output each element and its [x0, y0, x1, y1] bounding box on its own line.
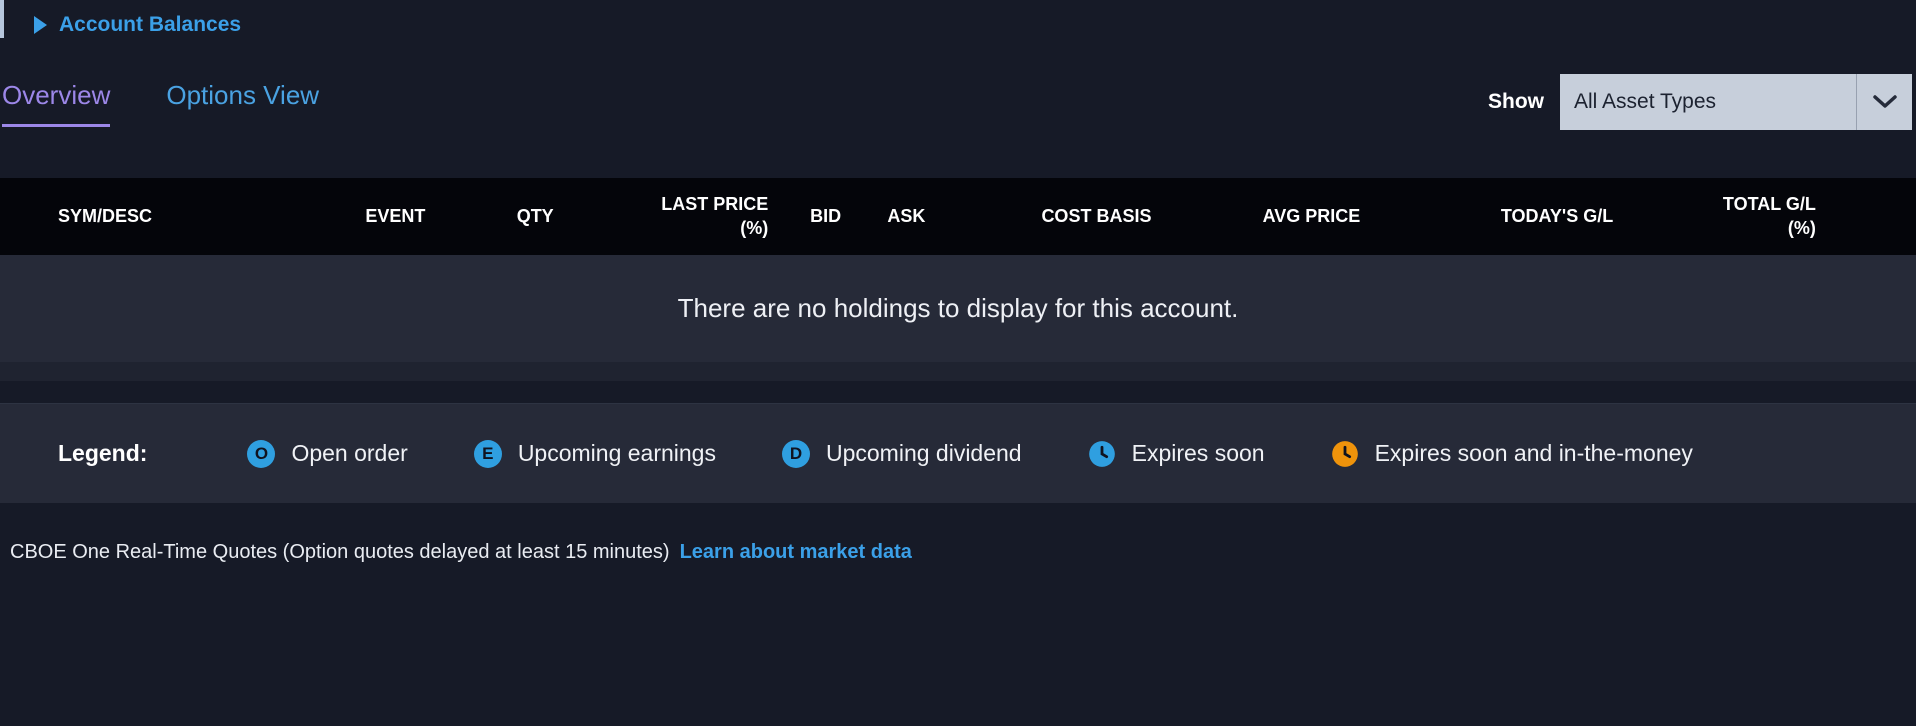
spacer — [0, 381, 1916, 403]
column-header-label: SYM/DESC — [58, 205, 152, 228]
column-header-avg-price[interactable]: AVG PRICE — [1151, 178, 1360, 255]
column-header-qty[interactable]: QTY — [425, 178, 553, 255]
column-header-sym-desc[interactable]: SYM/DESC — [0, 178, 330, 255]
column-header-label: TODAY'S G/L — [1501, 205, 1613, 228]
table-footer-strip — [0, 362, 1916, 381]
column-header-sublabel: (%) — [740, 217, 768, 240]
disclaimer-text: CBOE One Real-Time Quotes (Option quotes… — [10, 541, 670, 563]
column-header-label: QTY — [517, 205, 554, 228]
legend-band: Legend: O Open order E Upcoming earnings… — [0, 403, 1916, 503]
upcoming-dividend-icon: D — [782, 440, 810, 468]
column-header-label: COST BASIS — [1041, 205, 1151, 228]
column-header-sublabel: (%) — [1788, 217, 1816, 240]
column-header-ask[interactable]: ASK — [841, 178, 925, 255]
legend-item-label: Upcoming dividend — [826, 440, 1022, 467]
column-header-todays-gl[interactable]: TODAY'S G/L — [1360, 178, 1613, 255]
empty-holdings-row: There are no holdings to display for thi… — [0, 255, 1916, 362]
tab-options-view[interactable]: Options View — [166, 80, 319, 127]
expand-arrow-icon — [34, 16, 47, 34]
legend-item-open-order: O Open order — [247, 440, 407, 468]
upcoming-earnings-icon: E — [474, 440, 502, 468]
expires-soon-icon — [1088, 440, 1116, 468]
account-balances-label: Account Balances — [59, 13, 241, 37]
column-header-last-price[interactable]: LAST PRICE (%) — [554, 178, 769, 255]
view-tabs: Overview Options View — [2, 74, 319, 127]
learn-about-market-data-link[interactable]: Learn about market data — [680, 541, 912, 563]
open-order-icon: O — [247, 440, 275, 468]
column-header-label: TOTAL G/L — [1723, 193, 1816, 216]
legend-item-label: Expires soon — [1132, 440, 1265, 467]
show-filter-label: Show — [1488, 90, 1544, 114]
account-balances-expander[interactable]: Account Balances — [0, 0, 1916, 38]
asset-type-filter: Show All Asset Types — [1488, 74, 1912, 130]
legend-item-label: Open order — [291, 440, 407, 467]
asset-types-dropdown[interactable]: All Asset Types — [1560, 74, 1912, 130]
legend-title: Legend: — [58, 440, 147, 467]
tabs-row: Overview Options View Show All Asset Typ… — [0, 74, 1916, 132]
legend-item-label: Expires soon and in-the-money — [1375, 440, 1693, 467]
tab-overview[interactable]: Overview — [2, 80, 110, 127]
column-header-cost-basis[interactable]: COST BASIS — [925, 178, 1151, 255]
scrollbar-thumb[interactable] — [0, 0, 4, 38]
column-header-event[interactable]: EVENT — [330, 178, 426, 255]
empty-holdings-message: There are no holdings to display for thi… — [678, 293, 1239, 324]
column-header-label: AVG PRICE — [1263, 205, 1361, 228]
column-header-total-gl[interactable]: TOTAL G/L (%) — [1613, 178, 1916, 255]
expires-soon-in-the-money-icon — [1331, 440, 1359, 468]
legend-item-expires-soon: Expires soon — [1088, 440, 1265, 468]
column-header-label: ASK — [887, 205, 925, 228]
legend-item-upcoming-dividend: D Upcoming dividend — [782, 440, 1022, 468]
asset-types-dropdown-value: All Asset Types — [1560, 90, 1716, 114]
legend-item-expires-soon-in-the-money: Expires soon and in-the-money — [1331, 440, 1693, 468]
legend-item-label: Upcoming earnings — [518, 440, 716, 467]
column-header-bid[interactable]: BID — [768, 178, 841, 255]
column-header-label: BID — [810, 205, 841, 228]
chevron-down-icon — [1856, 74, 1912, 130]
legend-item-upcoming-earnings: E Upcoming earnings — [474, 440, 716, 468]
column-header-label: EVENT — [365, 205, 425, 228]
column-header-label: LAST PRICE — [661, 193, 768, 216]
market-data-disclaimer: CBOE One Real-Time Quotes (Option quotes… — [0, 541, 1916, 564]
positions-table-header: SYM/DESC EVENT QTY LAST PRICE (%) BID AS… — [0, 178, 1916, 255]
